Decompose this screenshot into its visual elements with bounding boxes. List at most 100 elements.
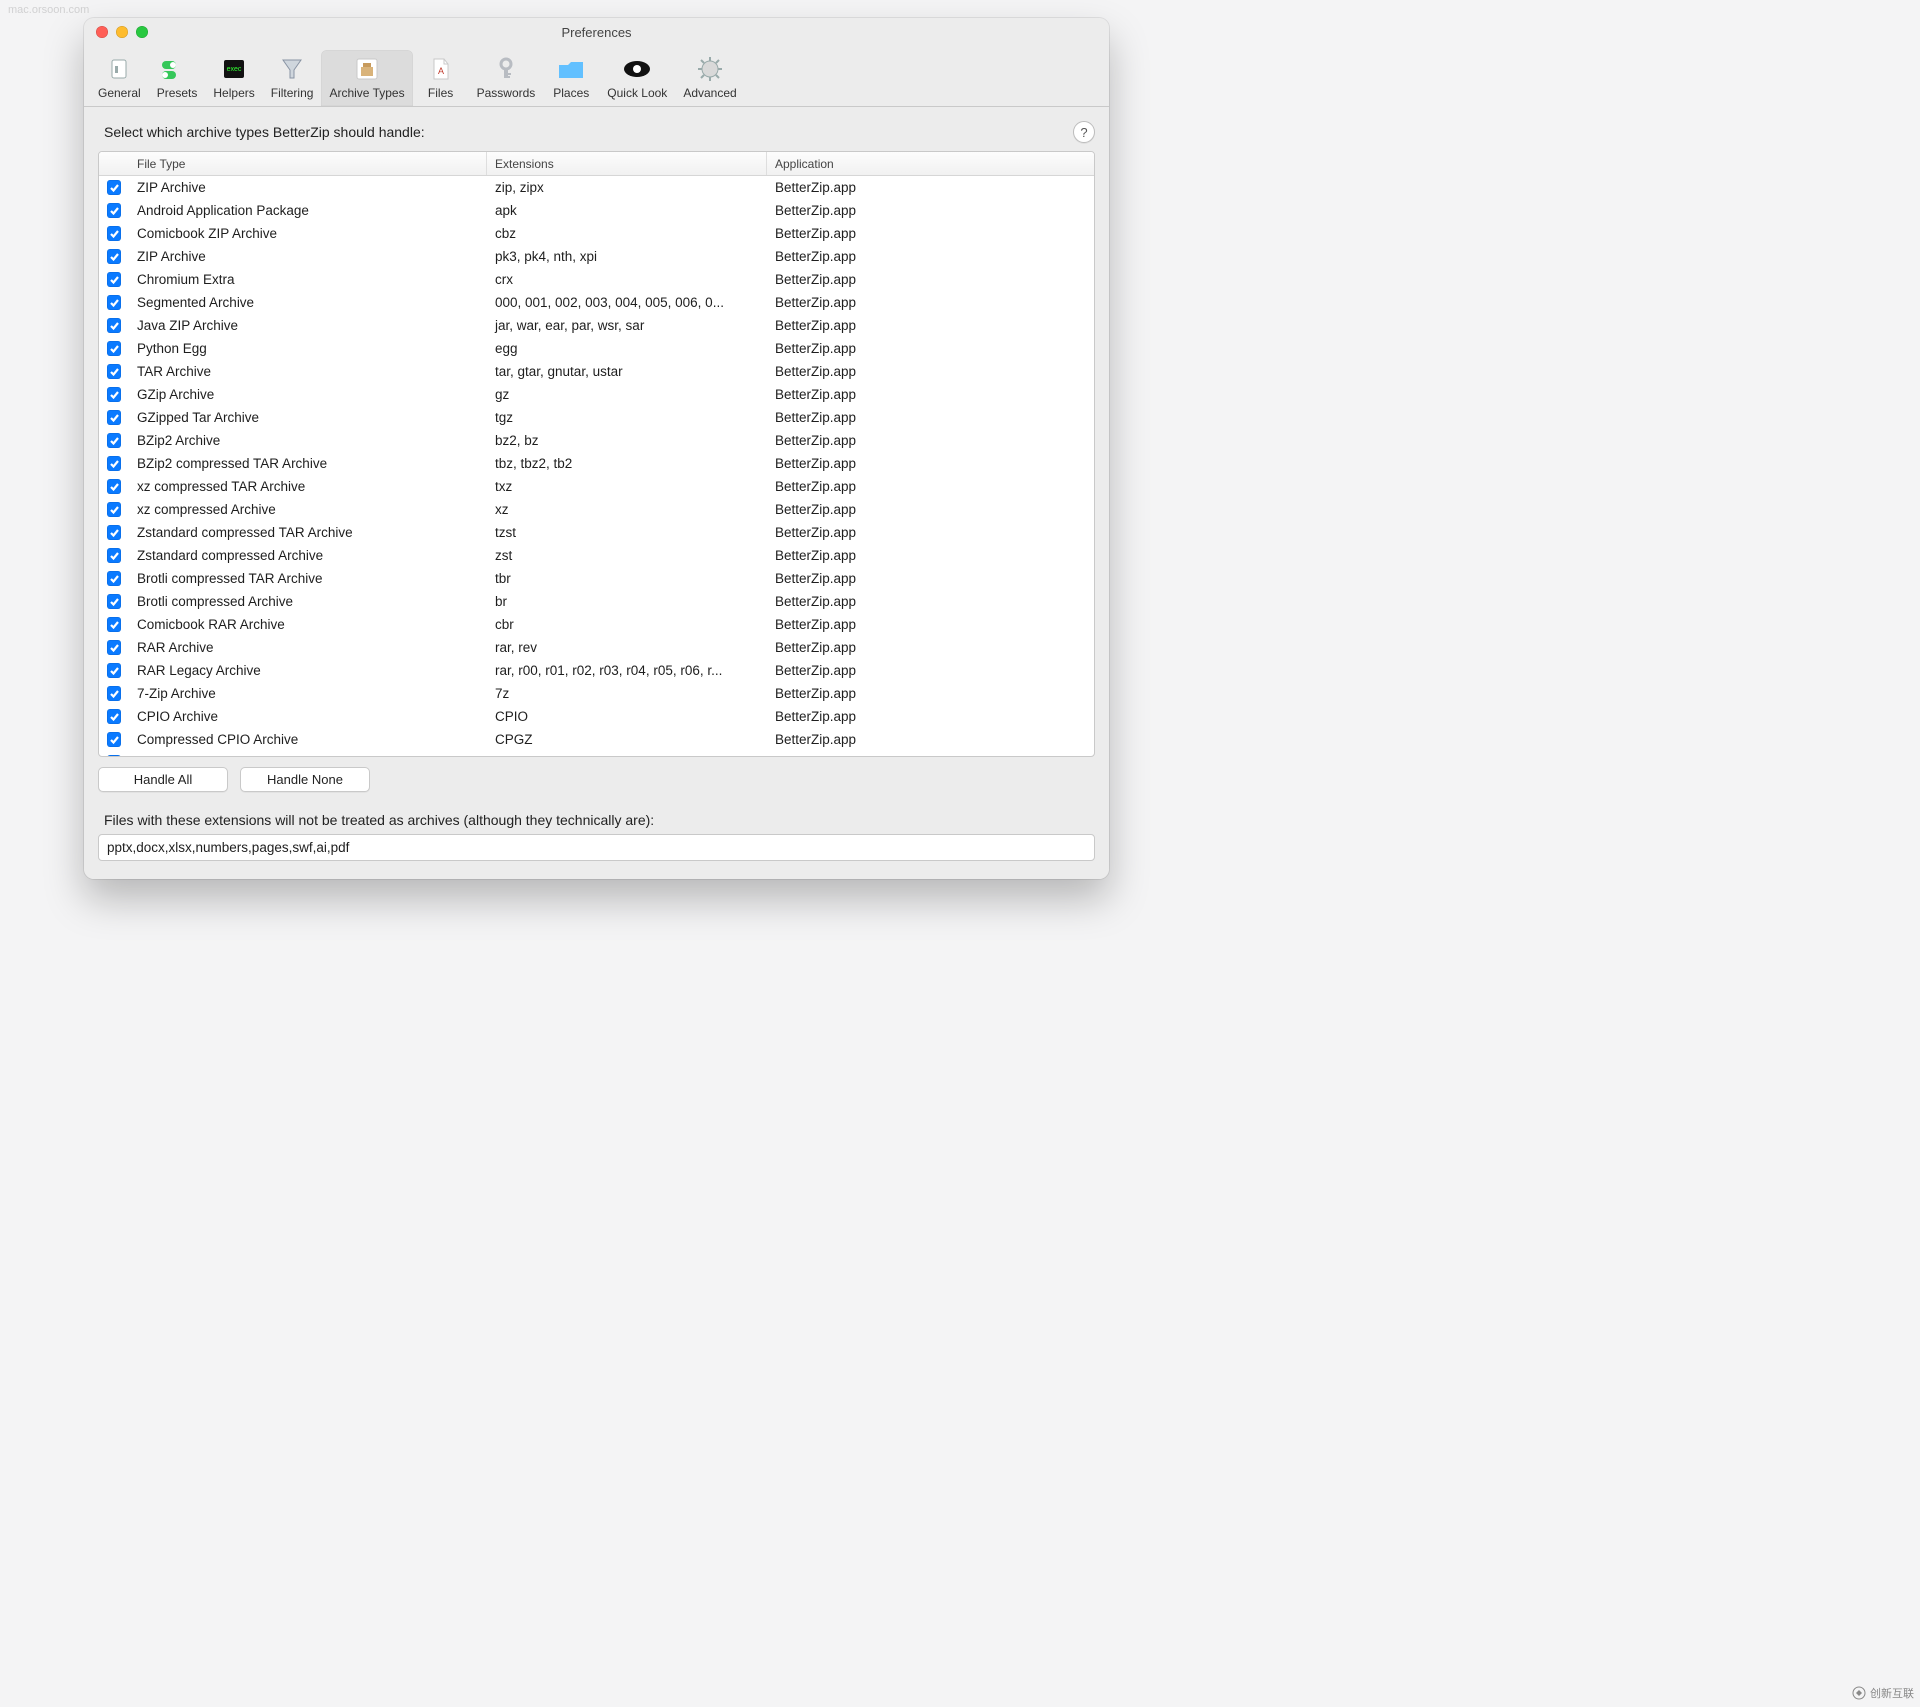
- table-row[interactable]: ARJ ArchiveARJBetterZip.app: [99, 751, 1094, 756]
- row-checkbox[interactable]: [107, 755, 121, 756]
- table-row[interactable]: RAR Legacy Archiverar, r00, r01, r02, r0…: [99, 659, 1094, 682]
- table-row[interactable]: Android Application PackageapkBetterZip.…: [99, 199, 1094, 222]
- row-checkbox[interactable]: [107, 364, 121, 379]
- row-checkbox[interactable]: [107, 732, 121, 747]
- toolbar-tab-general[interactable]: General: [90, 50, 149, 106]
- row-checkbox[interactable]: [107, 410, 121, 425]
- table-row[interactable]: RAR Archiverar, revBetterZip.app: [99, 636, 1094, 659]
- application-cell: BetterZip.app: [767, 686, 1094, 701]
- file-type-cell: Java ZIP Archive: [129, 318, 487, 333]
- svg-text:A: A: [438, 66, 444, 76]
- row-checkbox[interactable]: [107, 341, 121, 356]
- table-row[interactable]: Compressed CPIO ArchiveCPGZBetterZip.app: [99, 728, 1094, 751]
- row-checkbox[interactable]: [107, 318, 121, 333]
- toolbar-tab-label: Quick Look: [607, 86, 667, 100]
- row-checkbox[interactable]: [107, 479, 121, 494]
- table-row[interactable]: BZip2 compressed TAR Archivetbz, tbz2, t…: [99, 452, 1094, 475]
- col-file-type[interactable]: File Type: [129, 152, 487, 175]
- preferences-window: Preferences GeneralPresetsexecHelpersFil…: [84, 18, 1109, 879]
- table-row[interactable]: ZIP Archivezip, zipxBetterZip.app: [99, 176, 1094, 199]
- row-checkbox[interactable]: [107, 525, 121, 540]
- help-button[interactable]: ?: [1073, 121, 1095, 143]
- file-type-cell: Chromium Extra: [129, 272, 487, 287]
- application-cell: BetterZip.app: [767, 433, 1094, 448]
- excluded-extensions-input[interactable]: [98, 834, 1095, 861]
- toolbar-tab-helpers[interactable]: execHelpers: [205, 50, 262, 106]
- title-bar: Preferences: [84, 18, 1109, 46]
- excluded-extensions-label: Files with these extensions will not be …: [104, 812, 1089, 828]
- toolbar-tab-passwords[interactable]: Passwords: [469, 50, 544, 106]
- toolbar-tab-archive-types[interactable]: Archive Types: [321, 50, 412, 106]
- table-row[interactable]: 7-Zip Archive7zBetterZip.app: [99, 682, 1094, 705]
- table-row[interactable]: xz compressed TAR ArchivetxzBetterZip.ap…: [99, 475, 1094, 498]
- table-row[interactable]: Python EggeggBetterZip.app: [99, 337, 1094, 360]
- table-row[interactable]: Comicbook ZIP ArchivecbzBetterZip.app: [99, 222, 1094, 245]
- extensions-cell: tbr: [487, 571, 767, 586]
- row-checkbox[interactable]: [107, 272, 121, 287]
- row-checkbox[interactable]: [107, 594, 121, 609]
- toolbar: GeneralPresetsexecHelpersFiltering Archiv…: [84, 46, 1109, 107]
- extensions-cell: bz2, bz: [487, 433, 767, 448]
- toolbar-tab-quick-look[interactable]: Quick Look: [599, 50, 675, 106]
- row-checkbox[interactable]: [107, 571, 121, 586]
- bottom-brand: 创新互联: [1852, 1685, 1914, 1701]
- zoom-window-button[interactable]: [136, 26, 148, 38]
- file-type-cell: GZip Archive: [129, 387, 487, 402]
- extensions-cell: rar, r00, r01, r02, r03, r04, r05, r06, …: [487, 663, 767, 678]
- row-checkbox[interactable]: [107, 387, 121, 402]
- minimize-window-button[interactable]: [116, 26, 128, 38]
- table-row[interactable]: Zstandard compressed ArchivezstBetterZip…: [99, 544, 1094, 567]
- row-checkbox[interactable]: [107, 709, 121, 724]
- toolbar-tab-files[interactable]: AFiles: [413, 50, 469, 106]
- row-checkbox[interactable]: [107, 433, 121, 448]
- col-checkbox[interactable]: [99, 152, 129, 175]
- table-row[interactable]: Java ZIP Archivejar, war, ear, par, wsr,…: [99, 314, 1094, 337]
- table-row[interactable]: GZipped Tar ArchivetgzBetterZip.app: [99, 406, 1094, 429]
- table-row[interactable]: GZip ArchivegzBetterZip.app: [99, 383, 1094, 406]
- toolbar-tab-presets[interactable]: Presets: [149, 50, 206, 106]
- table-row[interactable]: TAR Archivetar, gtar, gnutar, ustarBette…: [99, 360, 1094, 383]
- table-row[interactable]: Brotli compressed TAR ArchivetbrBetterZi…: [99, 567, 1094, 590]
- table-row[interactable]: CPIO ArchiveCPIOBetterZip.app: [99, 705, 1094, 728]
- table-body[interactable]: ZIP Archivezip, zipxBetterZip.appAndroid…: [99, 176, 1094, 756]
- application-cell: BetterZip.app: [767, 203, 1094, 218]
- extensions-cell: br: [487, 594, 767, 609]
- extensions-cell: tbz, tbz2, tb2: [487, 456, 767, 471]
- table-row[interactable]: ZIP Archivepk3, pk4, nth, xpiBetterZip.a…: [99, 245, 1094, 268]
- col-extensions[interactable]: Extensions: [487, 152, 767, 175]
- table-row[interactable]: Segmented Archive000, 001, 002, 003, 004…: [99, 291, 1094, 314]
- row-checkbox[interactable]: [107, 663, 121, 678]
- application-cell: BetterZip.app: [767, 249, 1094, 264]
- file-type-cell: RAR Legacy Archive: [129, 663, 487, 678]
- row-checkbox[interactable]: [107, 456, 121, 471]
- row-checkbox[interactable]: [107, 203, 121, 218]
- table-row[interactable]: Brotli compressed ArchivebrBetterZip.app: [99, 590, 1094, 613]
- close-window-button[interactable]: [96, 26, 108, 38]
- extensions-cell: 000, 001, 002, 003, 004, 005, 006, 0...: [487, 295, 767, 310]
- table-row[interactable]: Comicbook RAR ArchivecbrBetterZip.app: [99, 613, 1094, 636]
- row-checkbox[interactable]: [107, 548, 121, 563]
- toolbar-tab-filtering[interactable]: Filtering: [263, 50, 322, 106]
- row-checkbox[interactable]: [107, 686, 121, 701]
- row-checkbox[interactable]: [107, 502, 121, 517]
- handle-all-button[interactable]: Handle All: [98, 767, 228, 792]
- toolbar-tab-advanced[interactable]: Advanced: [675, 50, 744, 106]
- table-row[interactable]: BZip2 Archivebz2, bzBetterZip.app: [99, 429, 1094, 452]
- application-cell: BetterZip.app: [767, 617, 1094, 632]
- passwords-icon: [488, 54, 524, 84]
- row-checkbox[interactable]: [107, 295, 121, 310]
- table-row[interactable]: Zstandard compressed TAR ArchivetzstBett…: [99, 521, 1094, 544]
- handle-none-button[interactable]: Handle None: [240, 767, 370, 792]
- row-checkbox[interactable]: [107, 640, 121, 655]
- row-checkbox[interactable]: [107, 226, 121, 241]
- col-application[interactable]: Application: [767, 152, 1094, 175]
- toolbar-tab-places[interactable]: Places: [543, 50, 599, 106]
- row-checkbox[interactable]: [107, 617, 121, 632]
- row-checkbox[interactable]: [107, 249, 121, 264]
- toolbar-tab-label: Archive Types: [329, 86, 404, 100]
- general-icon: [101, 54, 137, 84]
- table-row[interactable]: xz compressed ArchivexzBetterZip.app: [99, 498, 1094, 521]
- table-row[interactable]: Chromium ExtracrxBetterZip.app: [99, 268, 1094, 291]
- row-checkbox[interactable]: [107, 180, 121, 195]
- file-type-cell: Compressed CPIO Archive: [129, 732, 487, 747]
